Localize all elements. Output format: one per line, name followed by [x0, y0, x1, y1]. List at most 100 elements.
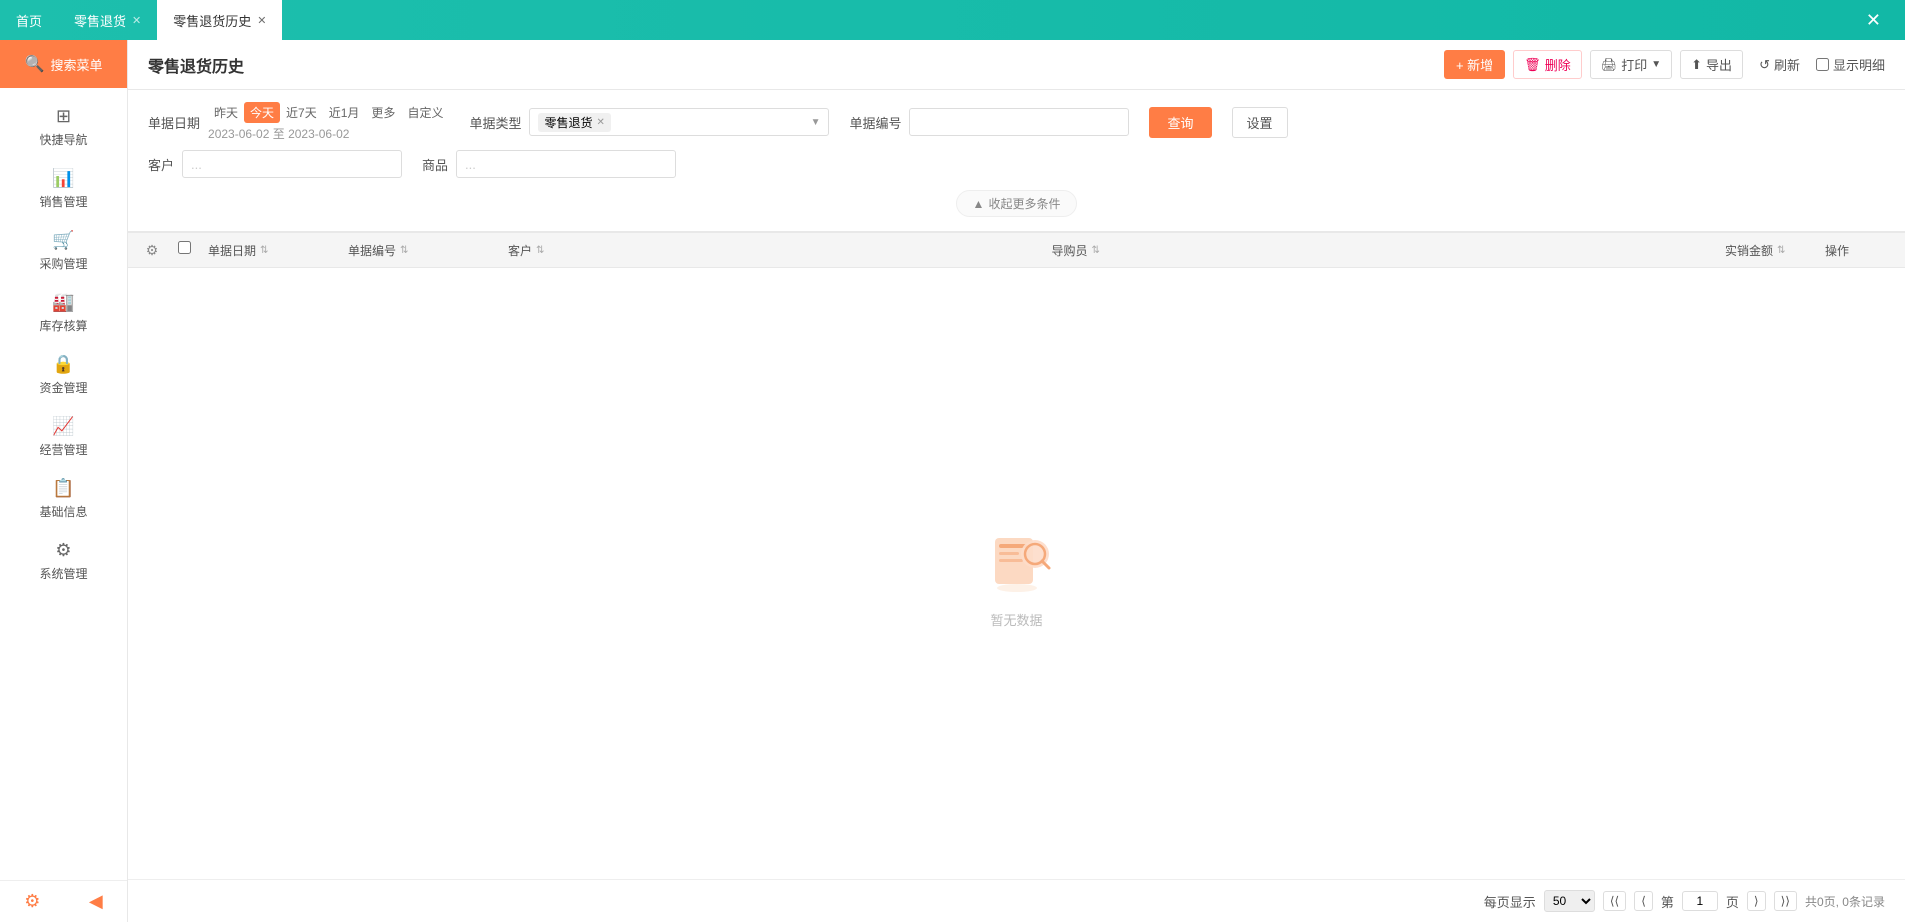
col-header-amount[interactable]: 实销金额 ⇅ [1717, 242, 1817, 259]
sidebar-settings-icon[interactable]: ⚙ [24, 891, 40, 912]
tab-retail-return-history[interactable]: 零售退货历史 ✕ [157, 0, 282, 40]
col-guide-sort-icon: ⇅ [1092, 245, 1100, 256]
date-btn-custom[interactable]: 自定义 [401, 102, 449, 123]
window-close-icon[interactable]: ✕ [1858, 6, 1889, 35]
query-button[interactable]: 查询 [1149, 107, 1211, 138]
table-header: ⚙ 单据日期 ⇅ 单据编号 ⇅ 客户 ⇅ 导购员 ⇅ [128, 232, 1905, 268]
sidebar-item-operations-label: 经营管理 [39, 441, 87, 458]
tab-retail-return[interactable]: 零售退货 ✕ [58, 0, 157, 40]
empty-state: 暂无数据 [128, 268, 1905, 879]
per-page-label: 每页显示 [1484, 892, 1536, 911]
goods-label: 商品 [422, 155, 448, 174]
sidebar-item-system[interactable]: ⚙ 系统管理 [0, 530, 127, 592]
collapse-button[interactable]: ▲ 收起更多条件 [956, 190, 1078, 217]
inventory-icon: 🏭 [52, 292, 74, 313]
voucher-type-group: 单据类型 零售退货 ✕ ▼ [469, 108, 829, 136]
sidebar: 🔍 搜索菜单 ⊞ 快捷导航 📊 销售管理 🛒 采购管理 🏭 库存核算 🔒 [0, 40, 128, 922]
voucher-type-tag: 零售退货 ✕ [538, 113, 610, 132]
date-btn-today[interactable]: 今天 [244, 102, 280, 123]
export-button[interactable]: ⬆ 导出 [1680, 50, 1743, 79]
voucher-type-tag-close[interactable]: ✕ [596, 117, 604, 128]
sidebar-item-sales[interactable]: 📊 销售管理 [0, 158, 127, 220]
prev-page-btn[interactable]: ⟨ [1634, 891, 1653, 911]
col-header-customer[interactable]: 客户 ⇅ [500, 242, 1044, 259]
next-page-btn[interactable]: ⟩ [1747, 891, 1766, 911]
sidebar-item-purchase[interactable]: 🛒 采购管理 [0, 220, 127, 282]
customer-placeholder: ... [191, 157, 202, 172]
page-title: 零售退货历史 [148, 53, 244, 77]
empty-text: 暂无数据 [990, 610, 1042, 629]
content-area: 零售退货历史 + 新增 🗑 删除 🖨 打印 ▼ ⬆ 导出 ↺ [128, 40, 1905, 922]
date-filter-label: 单据日期 [148, 113, 200, 132]
goods-input[interactable]: ... [456, 150, 676, 178]
date-btn-yesterday[interactable]: 昨天 [208, 102, 244, 123]
print-icon: 🖨 [1601, 57, 1618, 73]
date-btn-7days[interactable]: 近7天 [280, 102, 323, 123]
tab-home[interactable]: 首页 [0, 0, 58, 40]
search-icon: 🔍 [25, 54, 45, 74]
tab-retail-return-close[interactable]: ✕ [132, 14, 141, 27]
filter-row-2: 客户 ... 商品 ... [148, 150, 1885, 178]
date-filter-group: 单据日期 昨天 今天 近7天 近1月 更多 自定义 2023-06-02 至 2… [148, 102, 449, 142]
refresh-button[interactable]: ↺ 刷新 [1751, 51, 1808, 78]
date-range-display: 2023-06-02 至 2023-06-02 [208, 125, 449, 142]
voucher-type-input[interactable]: 零售退货 ✕ ▼ [529, 108, 829, 136]
date-filter-buttons: 昨天 今天 近7天 近1月 更多 自定义 [208, 102, 449, 123]
voucher-type-dropdown-arrow: ▼ [811, 117, 821, 128]
last-page-btn[interactable]: ⟩⟩ [1774, 891, 1797, 911]
customer-label: 客户 [148, 155, 174, 174]
page-header: 零售退货历史 + 新增 🗑 删除 🖨 打印 ▼ ⬆ 导出 ↺ [128, 40, 1905, 90]
tab-bar: 首页 零售退货 ✕ 零售退货历史 ✕ [0, 0, 1858, 40]
sidebar-item-quick-nav[interactable]: ⊞ 快捷导航 [0, 96, 127, 158]
date-btn-1month[interactable]: 近1月 [323, 102, 366, 123]
total-info: 共0页, 0条记录 [1805, 893, 1885, 910]
table-area: ⚙ 单据日期 ⇅ 单据编号 ⇅ 客户 ⇅ 导购员 ⇅ [128, 232, 1905, 922]
refresh-icon: ↺ [1759, 57, 1770, 73]
sidebar-bottom: ⚙ ◀ [0, 880, 127, 922]
search-bar[interactable]: 🔍 搜索菜单 [0, 40, 127, 88]
delete-button[interactable]: 🗑 删除 [1513, 50, 1582, 79]
sales-icon: 📊 [52, 168, 74, 189]
sidebar-item-basic-info[interactable]: 📋 基础信息 [0, 468, 127, 530]
finance-icon: 🔒 [52, 354, 74, 375]
sidebar-nav: ⊞ 快捷导航 📊 销售管理 🛒 采购管理 🏭 库存核算 🔒 资金管理 📈 [0, 88, 127, 880]
basic-info-icon: 📋 [52, 478, 74, 499]
table-select-all-checkbox[interactable] [168, 241, 200, 259]
sidebar-item-purchase-label: 采购管理 [39, 255, 87, 272]
sidebar-item-inventory-label: 库存核算 [39, 317, 87, 334]
page-number-input[interactable] [1682, 891, 1718, 911]
print-button[interactable]: 🖨 打印 ▼ [1590, 50, 1672, 79]
new-button[interactable]: + 新增 [1444, 50, 1505, 79]
display-detail-checkbox[interactable] [1816, 58, 1829, 71]
col-header-date[interactable]: 单据日期 ⇅ [200, 242, 340, 259]
col-header-number[interactable]: 单据编号 ⇅ [340, 242, 500, 259]
sidebar-item-inventory[interactable]: 🏭 库存核算 [0, 282, 127, 344]
sidebar-collapse-icon[interactable]: ◀ [89, 891, 103, 912]
sidebar-item-basic-info-label: 基础信息 [39, 503, 87, 520]
goods-group: 商品 ... [422, 150, 676, 178]
filter-settings-button[interactable]: 设置 [1232, 107, 1288, 138]
table-settings-icon[interactable]: ⚙ [136, 242, 168, 259]
page-actions: + 新增 🗑 删除 🖨 打印 ▼ ⬆ 导出 ↺ 刷新 [1444, 50, 1885, 79]
delete-icon: 🗑 [1524, 57, 1541, 73]
voucher-num-input[interactable] [909, 108, 1129, 136]
voucher-num-group: 单据编号 [849, 108, 1129, 136]
per-page-select[interactable]: 10 20 50 100 [1544, 890, 1595, 912]
page-label: 第 [1661, 892, 1674, 911]
print-arrow-icon: ▼ [1651, 59, 1661, 70]
customer-input[interactable]: ... [182, 150, 402, 178]
sidebar-item-operations[interactable]: 📈 经营管理 [0, 406, 127, 468]
sidebar-item-finance[interactable]: 🔒 资金管理 [0, 344, 127, 406]
date-btn-more[interactable]: 更多 [365, 102, 401, 123]
tab-retail-return-history-close[interactable]: ✕ [257, 14, 266, 27]
col-header-guide[interactable]: 导购员 ⇅ [1044, 242, 1174, 259]
search-bar-label: 搜索菜单 [50, 55, 102, 74]
sidebar-item-sales-label: 销售管理 [39, 193, 87, 210]
sidebar-item-system-label: 系统管理 [39, 565, 87, 582]
purchase-icon: 🛒 [52, 230, 74, 251]
voucher-num-label: 单据编号 [849, 113, 901, 132]
date-options-group: 昨天 今天 近7天 近1月 更多 自定义 2023-06-02 至 2023-0… [208, 102, 449, 142]
display-detail-toggle[interactable]: 显示明细 [1816, 55, 1885, 74]
voucher-type-label: 单据类型 [469, 113, 521, 132]
first-page-btn[interactable]: ⟨⟨ [1603, 891, 1626, 911]
